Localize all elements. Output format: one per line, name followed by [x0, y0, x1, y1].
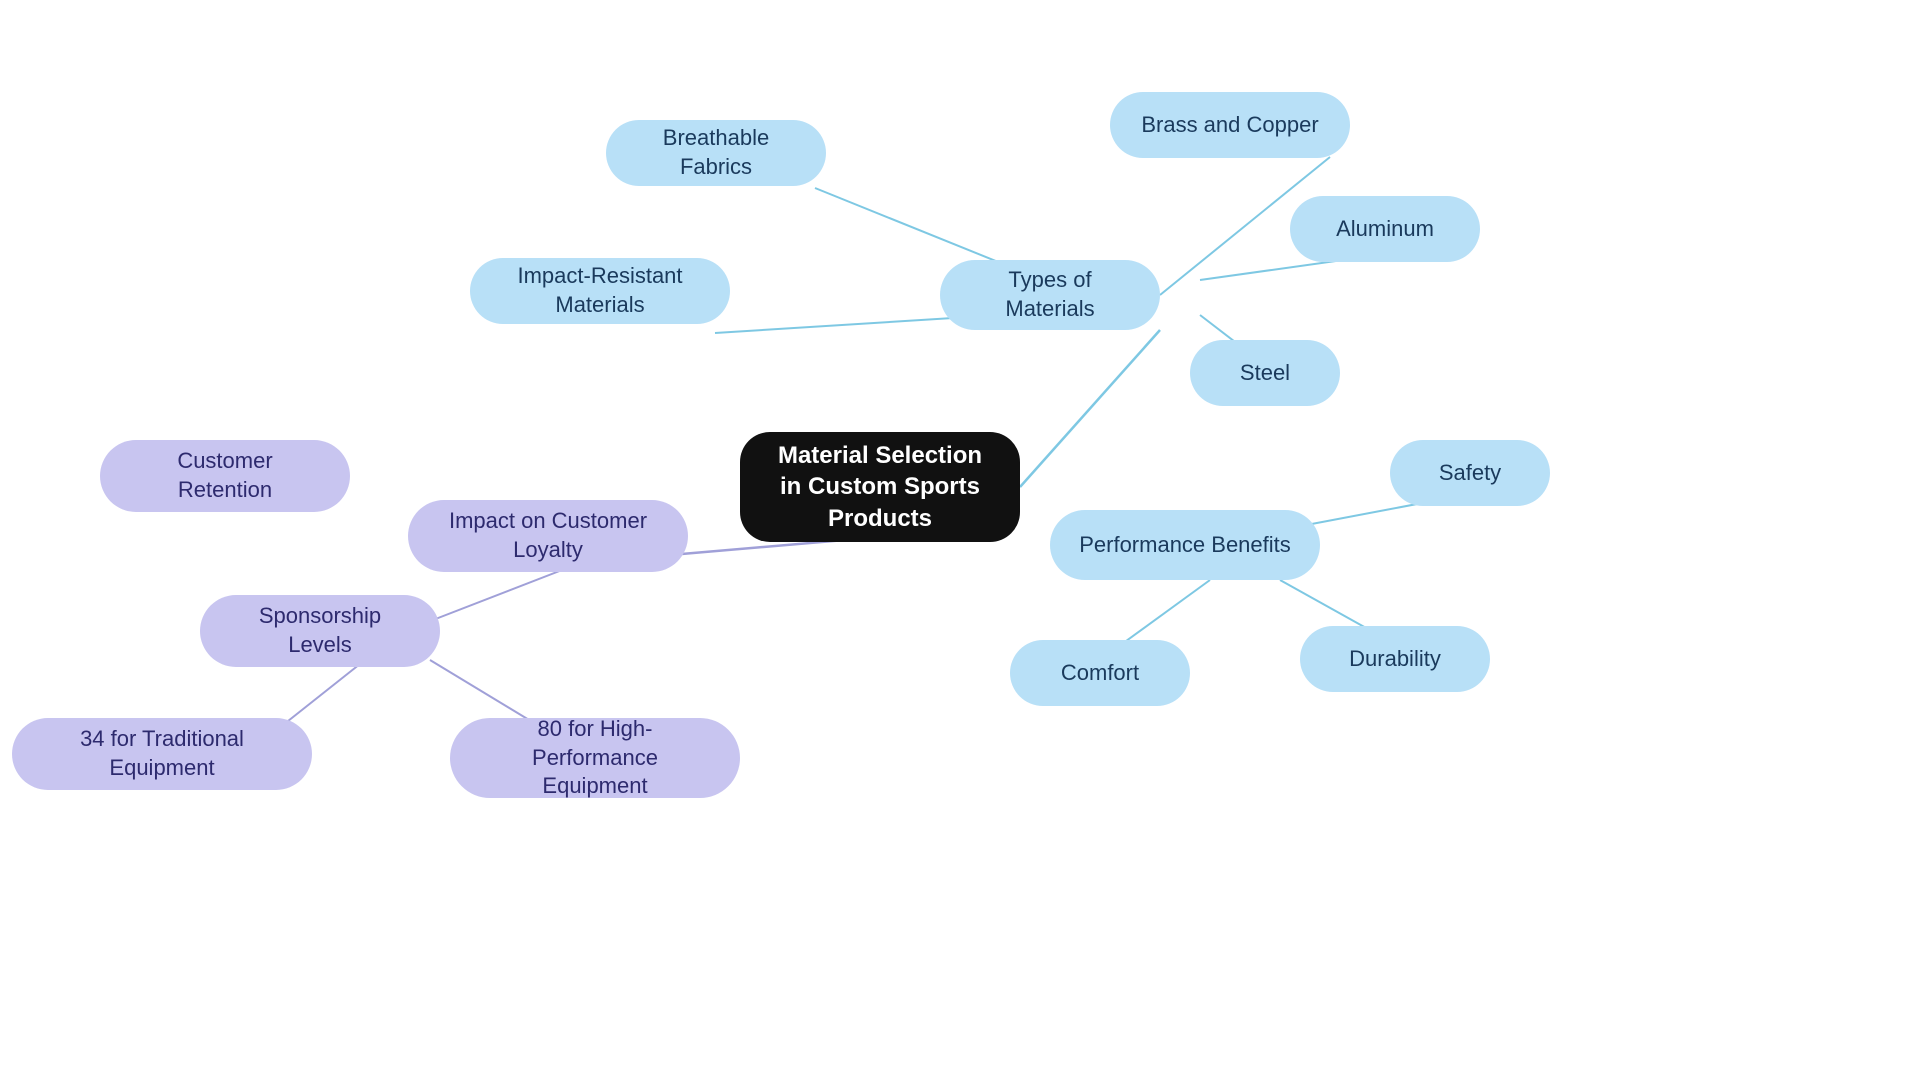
center-node: Material Selection in Custom Sports Prod… — [740, 432, 1020, 542]
customer-loyalty-node: Impact on Customer Loyalty — [408, 500, 688, 572]
high-performance-node: 80 for High-Performance Equipment — [450, 718, 740, 798]
customer-retention-node: Customer Retention — [100, 440, 350, 512]
types-of-materials-node: Types of Materials — [940, 260, 1160, 330]
performance-benefits-node: Performance Benefits — [1050, 510, 1320, 580]
safety-node: Safety — [1390, 440, 1550, 506]
steel-node: Steel — [1190, 340, 1340, 406]
impact-resistant-node: Impact-Resistant Materials — [470, 258, 730, 324]
comfort-node: Comfort — [1010, 640, 1190, 706]
brass-copper-node: Brass and Copper — [1110, 92, 1350, 158]
sponsorship-levels-node: Sponsorship Levels — [200, 595, 440, 667]
breathable-fabrics-node: Breathable Fabrics — [606, 120, 826, 186]
aluminum-node: Aluminum — [1290, 196, 1480, 262]
durability-node: Durability — [1300, 626, 1490, 692]
traditional-equipment-node: 34 for Traditional Equipment — [12, 718, 312, 790]
